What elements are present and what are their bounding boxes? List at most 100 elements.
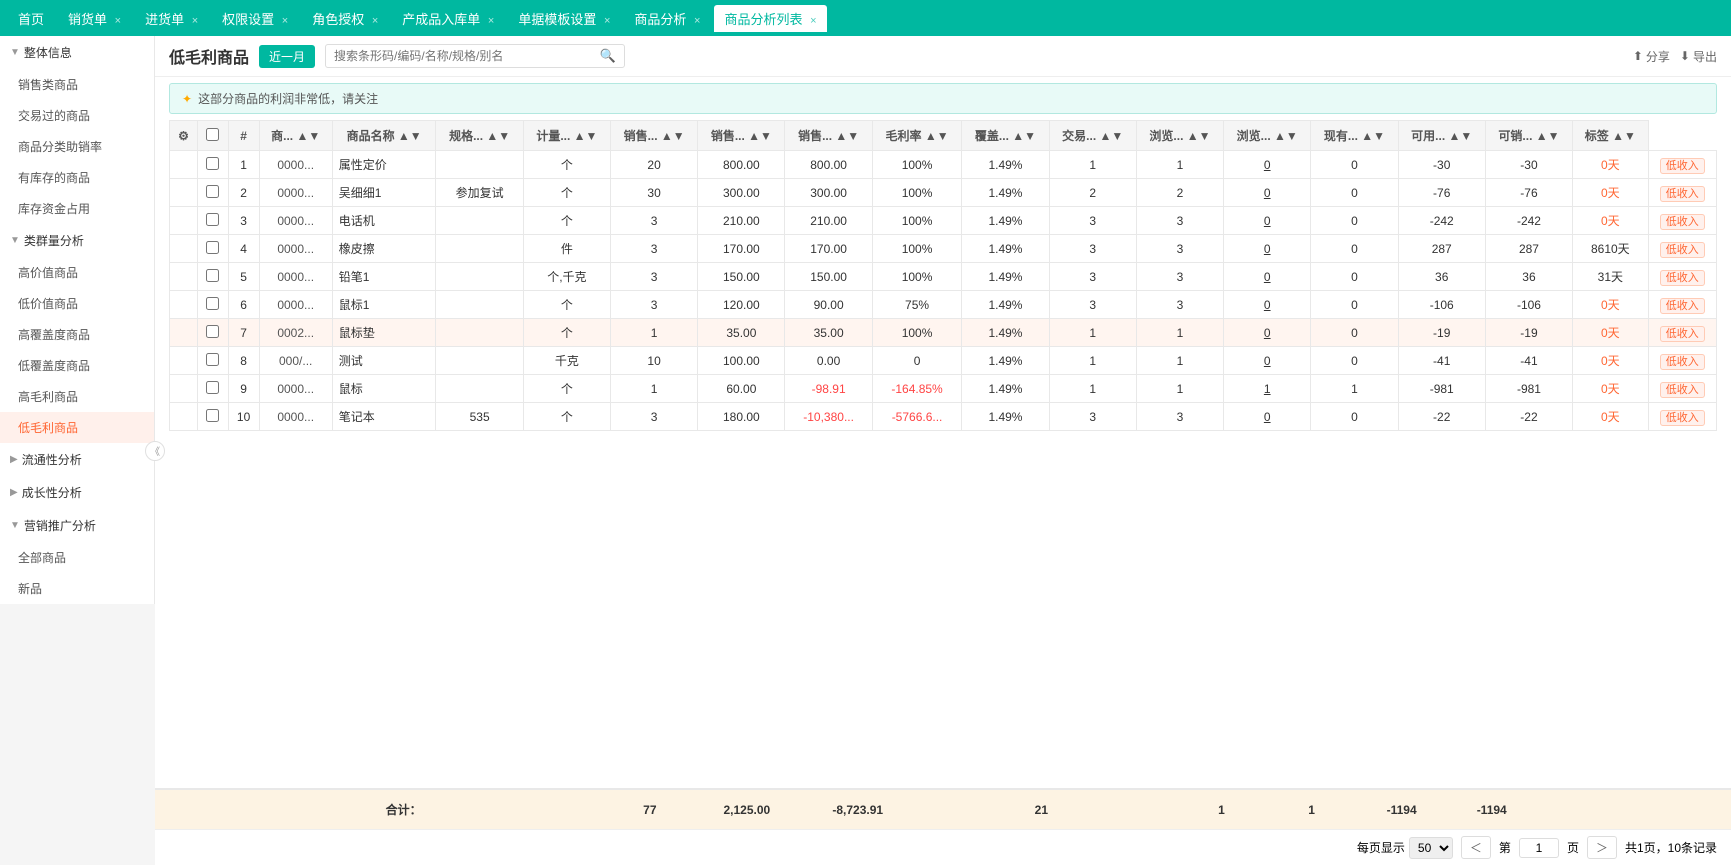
settings-cell bbox=[170, 179, 198, 207]
nav-role-auth[interactable]: 角色授权 × bbox=[302, 5, 388, 32]
sidebar-item-sales-products[interactable]: 销售类商品 bbox=[0, 69, 154, 100]
nav-purchase[interactable]: 进货单 × bbox=[135, 5, 208, 32]
close-icon[interactable]: × bbox=[810, 15, 816, 27]
browse-link-cell[interactable]: 1 bbox=[1224, 375, 1311, 403]
browse-cell: 0 bbox=[1311, 403, 1398, 431]
trade-cell: 1 bbox=[1136, 347, 1223, 375]
col-spec[interactable]: 规格... ▲▼ bbox=[436, 121, 523, 151]
col-avail[interactable]: 可用... ▲▼ bbox=[1398, 121, 1485, 151]
search-input[interactable] bbox=[334, 49, 600, 63]
nav-template-settings[interactable]: 单据模板设置 × bbox=[508, 5, 620, 32]
col-gross[interactable]: 毛利率 ▲▼ bbox=[872, 121, 962, 151]
row-checkbox[interactable] bbox=[206, 269, 219, 282]
col-coverage[interactable]: 覆盖... ▲▼ bbox=[962, 121, 1049, 151]
browse-link-cell[interactable]: 0 bbox=[1224, 319, 1311, 347]
sidebar-item-all-products[interactable]: 全部商品 bbox=[0, 542, 154, 573]
col-browse[interactable]: 浏览... ▲▼ bbox=[1224, 121, 1311, 151]
sidebar-group-cluster[interactable]: ▼ 类群量分析 bbox=[0, 224, 154, 257]
browse-link-cell[interactable]: 0 bbox=[1224, 207, 1311, 235]
price-cell: 35.00 bbox=[698, 319, 785, 347]
sidebar-group-circulation[interactable]: ▶ 流通性分析 bbox=[0, 443, 154, 476]
nav-product-analysis-list[interactable]: 商品分析列表 × bbox=[714, 5, 826, 32]
checkbox-cell bbox=[197, 179, 228, 207]
sidebar-group-overall[interactable]: ▼ 整体信息 bbox=[0, 36, 154, 69]
export-button[interactable]: ⬇ 导出 bbox=[1680, 48, 1717, 65]
nav-home[interactable]: 首页 bbox=[8, 5, 54, 32]
sidebar-item-low-value[interactable]: 低价值商品 bbox=[0, 288, 154, 319]
browse-cell: 1 bbox=[1311, 375, 1398, 403]
qty-cell: 3 bbox=[610, 207, 697, 235]
col-days[interactable]: 可销... ▲▼ bbox=[1485, 121, 1572, 151]
col-stock[interactable]: 现有... ▲▼ bbox=[1311, 121, 1398, 151]
row-checkbox[interactable] bbox=[206, 381, 219, 394]
col-code[interactable]: 商... ▲▼ bbox=[259, 121, 332, 151]
col-tags[interactable]: 标签 ▲▼ bbox=[1573, 121, 1648, 151]
sidebar-item-low-coverage[interactable]: 低覆盖度商品 bbox=[0, 350, 154, 381]
sidebar-item-high-value[interactable]: 高价值商品 bbox=[0, 257, 154, 288]
col-price[interactable]: 销售... ▲▼ bbox=[698, 121, 785, 151]
row-checkbox[interactable] bbox=[206, 241, 219, 254]
browse-link-cell[interactable]: 0 bbox=[1224, 235, 1311, 263]
close-icon[interactable]: × bbox=[604, 15, 610, 27]
nav-product-entry[interactable]: 产成品入库单 × bbox=[392, 5, 504, 32]
per-page-select[interactable]: 50 bbox=[1409, 837, 1453, 859]
browse-link-cell[interactable]: 0 bbox=[1224, 403, 1311, 431]
col-checkbox-all[interactable] bbox=[197, 121, 228, 151]
page-number-input[interactable] bbox=[1519, 838, 1559, 858]
time-filter-button[interactable]: 近一月 bbox=[259, 45, 315, 68]
table-wrapper: ⚙ # 商... ▲▼ 商品名称 ▲▼ 规格... ▲▼ 计量... ▲▼ 销售… bbox=[155, 120, 1731, 788]
sidebar-item-traded-products[interactable]: 交易过的商品 bbox=[0, 100, 154, 131]
close-icon[interactable]: × bbox=[372, 15, 378, 27]
sidebar-item-high-gross[interactable]: 高毛利商品 bbox=[0, 381, 154, 412]
trade-cell: 3 bbox=[1136, 207, 1223, 235]
sidebar-item-category-sales[interactable]: 商品分类助销率 bbox=[0, 131, 154, 162]
sidebar-item-in-stock[interactable]: 有库存的商品 bbox=[0, 162, 154, 193]
browse-link-cell[interactable]: 0 bbox=[1224, 179, 1311, 207]
close-icon[interactable]: × bbox=[192, 15, 198, 27]
prev-page-button[interactable]: ＜ bbox=[1461, 836, 1491, 859]
row-checkbox[interactable] bbox=[206, 297, 219, 310]
row-checkbox[interactable] bbox=[206, 185, 219, 198]
sidebar-collapse-button[interactable]: 《 bbox=[145, 441, 165, 461]
sidebar-item-high-coverage[interactable]: 高覆盖度商品 bbox=[0, 319, 154, 350]
browse-link-cell[interactable]: 0 bbox=[1224, 291, 1311, 319]
col-name[interactable]: 商品名称 ▲▼ bbox=[332, 121, 436, 151]
sidebar-item-new-products[interactable]: 新品 bbox=[0, 573, 154, 604]
nav-permissions[interactable]: 权限设置 × bbox=[212, 5, 298, 32]
col-unit[interactable]: 计量... ▲▼ bbox=[523, 121, 610, 151]
col-qty[interactable]: 销售... ▲▼ bbox=[610, 121, 697, 151]
row-checkbox[interactable] bbox=[206, 213, 219, 226]
close-icon[interactable]: × bbox=[488, 15, 494, 27]
next-page-button[interactable]: ＞ bbox=[1587, 836, 1617, 859]
days-cell: 0天 bbox=[1573, 403, 1648, 431]
col-amount[interactable]: 销售... ▲▼ bbox=[785, 121, 872, 151]
tag-badge: 低收入 bbox=[1660, 214, 1705, 230]
close-icon[interactable]: × bbox=[694, 15, 700, 27]
top-navigation: 首页 销货单 × 进货单 × 权限设置 × 角色授权 × 产成品入库单 × 单据… bbox=[0, 0, 1731, 36]
nav-sales-order[interactable]: 销货单 × bbox=[58, 5, 131, 32]
col-settings[interactable]: ⚙ bbox=[170, 121, 198, 151]
footer-browse-link: 1 bbox=[1176, 796, 1266, 823]
row-checkbox[interactable] bbox=[206, 353, 219, 366]
sidebar-item-low-gross[interactable]: 低毛利商品 bbox=[0, 412, 154, 443]
unit-cell: 件 bbox=[523, 235, 610, 263]
close-icon[interactable]: × bbox=[115, 15, 121, 27]
browse-link-cell[interactable]: 0 bbox=[1224, 263, 1311, 291]
col-browse-link[interactable]: 浏览... ▲▼ bbox=[1136, 121, 1223, 151]
nav-product-analysis[interactable]: 商品分析 × bbox=[624, 5, 710, 32]
sidebar-item-stock-capital[interactable]: 库存资金占用 bbox=[0, 193, 154, 224]
col-trade[interactable]: 交易... ▲▼ bbox=[1049, 121, 1136, 151]
sidebar-group-growth[interactable]: ▶ 成长性分析 bbox=[0, 476, 154, 509]
browse-link-cell[interactable]: 0 bbox=[1224, 347, 1311, 375]
close-icon[interactable]: × bbox=[282, 15, 288, 27]
select-all-checkbox[interactable] bbox=[206, 128, 219, 141]
row-checkbox[interactable] bbox=[206, 325, 219, 338]
sidebar-group-marketing[interactable]: ▼ 营销推广分析 bbox=[0, 509, 154, 542]
share-button[interactable]: ⬆ 分享 bbox=[1633, 48, 1670, 65]
browse-link-cell[interactable]: 0 bbox=[1224, 151, 1311, 179]
sales-rate-cell: 100% bbox=[872, 179, 962, 207]
row-checkbox[interactable] bbox=[206, 157, 219, 170]
sales-rate-cell: -164.85% bbox=[872, 375, 962, 403]
gross-cell: 1.49% bbox=[962, 403, 1049, 431]
row-checkbox[interactable] bbox=[206, 409, 219, 422]
